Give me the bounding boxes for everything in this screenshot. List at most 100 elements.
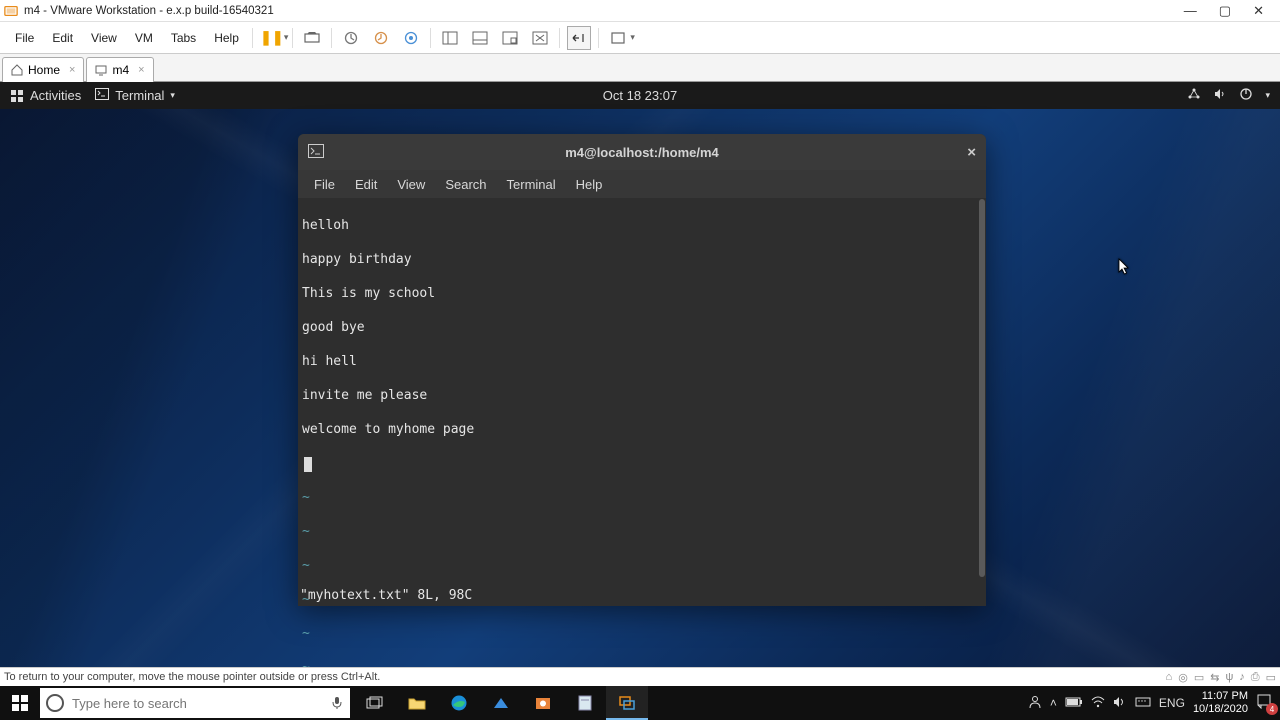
- terminal-window[interactable]: m4@localhost:/home/m4 × File Edit View S…: [298, 134, 986, 606]
- terminal-app-icon: [308, 144, 324, 160]
- tray-expand-icon[interactable]: ˄: [1050, 696, 1057, 710]
- fullscreen-button[interactable]: [606, 26, 630, 50]
- power-icon[interactable]: [1239, 87, 1253, 104]
- clock-date: 10/18/2020: [1193, 703, 1248, 716]
- app-indicator-label: Terminal: [115, 88, 164, 103]
- volume-icon[interactable]: [1213, 87, 1227, 104]
- editor-line: This is my school: [300, 285, 984, 302]
- printer-icon[interactable]: ⎙: [1251, 671, 1260, 684]
- mouse-cursor-icon: [1118, 258, 1132, 276]
- snapshot-manager-button[interactable]: [399, 26, 423, 50]
- editor-line: good bye: [300, 319, 984, 336]
- home-icon: [11, 64, 23, 76]
- show-thumbnail-button[interactable]: [498, 26, 522, 50]
- menu-vm[interactable]: VM: [126, 27, 162, 49]
- tab-home-label: Home: [28, 63, 60, 77]
- wifi-icon[interactable]: [1091, 696, 1105, 711]
- fullscreen-dropdown[interactable]: ▾: [630, 32, 635, 43]
- sound-icon[interactable]: ♪: [1239, 671, 1245, 684]
- search-input[interactable]: [72, 696, 322, 711]
- window-title: m4 - VMware Workstation - e.x.p build-16…: [24, 5, 274, 17]
- usb-icon[interactable]: ψ: [1225, 671, 1233, 684]
- guest-desktop[interactable]: Activities Terminal ▾ Oct 18 23:07 ▾ m4@…: [0, 82, 1280, 667]
- vim-tilde: ~: [300, 625, 984, 642]
- show-sidebar-button[interactable]: [438, 26, 462, 50]
- app-button-note[interactable]: [564, 686, 606, 720]
- vmware-statusbar: To return to your computer, move the mou…: [0, 667, 1280, 686]
- pause-button[interactable]: ❚❚: [260, 26, 284, 50]
- search-box[interactable]: [40, 688, 350, 718]
- term-menu-search[interactable]: Search: [435, 173, 496, 196]
- vmware-button[interactable]: [606, 686, 648, 720]
- vmware-titlebar: m4 - VMware Workstation - e.x.p build-16…: [0, 0, 1280, 22]
- network-adapter-icon[interactable]: ⇆: [1210, 671, 1219, 684]
- show-bottombar-button[interactable]: [468, 26, 492, 50]
- app-indicator[interactable]: Terminal ▾: [95, 88, 175, 103]
- vmware-tabs: Home × m4 ×: [0, 54, 1280, 82]
- floppy-icon[interactable]: ▭: [1194, 671, 1204, 684]
- term-menu-file[interactable]: File: [304, 173, 345, 196]
- editor-line: [300, 455, 984, 472]
- keyboard-icon[interactable]: [1135, 696, 1151, 710]
- menu-edit[interactable]: Edit: [43, 27, 82, 49]
- menu-file[interactable]: File: [6, 27, 43, 49]
- terminal-icon: [95, 88, 109, 103]
- language-label[interactable]: ENG: [1159, 696, 1185, 710]
- system-clock[interactable]: 11:07 PM 10/18/2020: [1193, 690, 1248, 716]
- vm-icon: [95, 64, 107, 76]
- minimize-button[interactable]: —: [1184, 3, 1197, 19]
- editor-line: welcome to myhome page: [300, 421, 984, 438]
- edge-button[interactable]: [438, 686, 480, 720]
- app-button-blue[interactable]: [480, 686, 522, 720]
- revert-button[interactable]: [369, 26, 393, 50]
- vim-tilde: ~: [300, 523, 984, 540]
- terminal-titlebar[interactable]: m4@localhost:/home/m4 ×: [298, 134, 986, 170]
- tab-close-icon[interactable]: ×: [138, 64, 144, 76]
- term-menu-edit[interactable]: Edit: [345, 173, 387, 196]
- snapshot-button[interactable]: [339, 26, 363, 50]
- menu-tabs[interactable]: Tabs: [162, 27, 205, 49]
- file-explorer-button[interactable]: [396, 686, 438, 720]
- terminal-scrollbar[interactable]: [979, 199, 985, 577]
- battery-icon[interactable]: [1065, 696, 1083, 710]
- cdrom-icon[interactable]: ◎: [1178, 671, 1188, 684]
- mic-icon[interactable]: [330, 696, 344, 710]
- tab-close-icon[interactable]: ×: [69, 64, 75, 76]
- tab-m4-label: m4: [112, 63, 129, 77]
- power-dropdown[interactable]: ▾: [284, 32, 289, 43]
- start-button[interactable]: [0, 686, 40, 720]
- quick-switch-button[interactable]: [567, 26, 591, 50]
- tab-home[interactable]: Home ×: [2, 57, 84, 82]
- term-menu-view[interactable]: View: [387, 173, 435, 196]
- status-text: To return to your computer, move the mou…: [4, 671, 380, 683]
- editor-line: happy birthday: [300, 251, 984, 268]
- editor-line: hi hell: [300, 353, 984, 370]
- maximize-button[interactable]: ▢: [1219, 3, 1231, 19]
- vmware-menubar: File Edit View VM Tabs Help ❚❚ ▾ ▾: [0, 22, 1280, 54]
- menu-view[interactable]: View: [82, 27, 126, 49]
- gnome-topbar: Activities Terminal ▾ Oct 18 23:07 ▾: [0, 82, 1280, 109]
- tab-m4[interactable]: m4 ×: [86, 57, 153, 82]
- display-icon[interactable]: ▭: [1266, 671, 1276, 684]
- activities-button[interactable]: Activities: [10, 88, 81, 103]
- term-menu-terminal[interactable]: Terminal: [497, 173, 566, 196]
- chevron-down-icon: ▾: [170, 90, 175, 101]
- notification-button[interactable]: 4: [1256, 693, 1276, 713]
- app-button-orange[interactable]: [522, 686, 564, 720]
- chevron-down-icon[interactable]: ▾: [1265, 90, 1270, 101]
- volume-icon[interactable]: [1113, 696, 1127, 711]
- menu-help[interactable]: Help: [205, 27, 248, 49]
- gnome-clock[interactable]: Oct 18 23:07: [603, 88, 677, 103]
- close-button[interactable]: ✕: [1253, 3, 1264, 19]
- send-ctrlaltdel-button[interactable]: [300, 26, 324, 50]
- show-console-button[interactable]: [528, 26, 552, 50]
- disk-icon[interactable]: ⌂: [1166, 671, 1173, 684]
- task-view-button[interactable]: [354, 686, 396, 720]
- terminal-body[interactable]: helloh happy birthday This is my school …: [298, 198, 986, 606]
- search-icon: [46, 694, 64, 712]
- people-icon[interactable]: [1028, 695, 1042, 712]
- vim-tilde: ~: [300, 659, 984, 667]
- network-icon[interactable]: [1187, 87, 1201, 104]
- term-menu-help[interactable]: Help: [566, 173, 613, 196]
- terminal-close-button[interactable]: ×: [967, 144, 976, 161]
